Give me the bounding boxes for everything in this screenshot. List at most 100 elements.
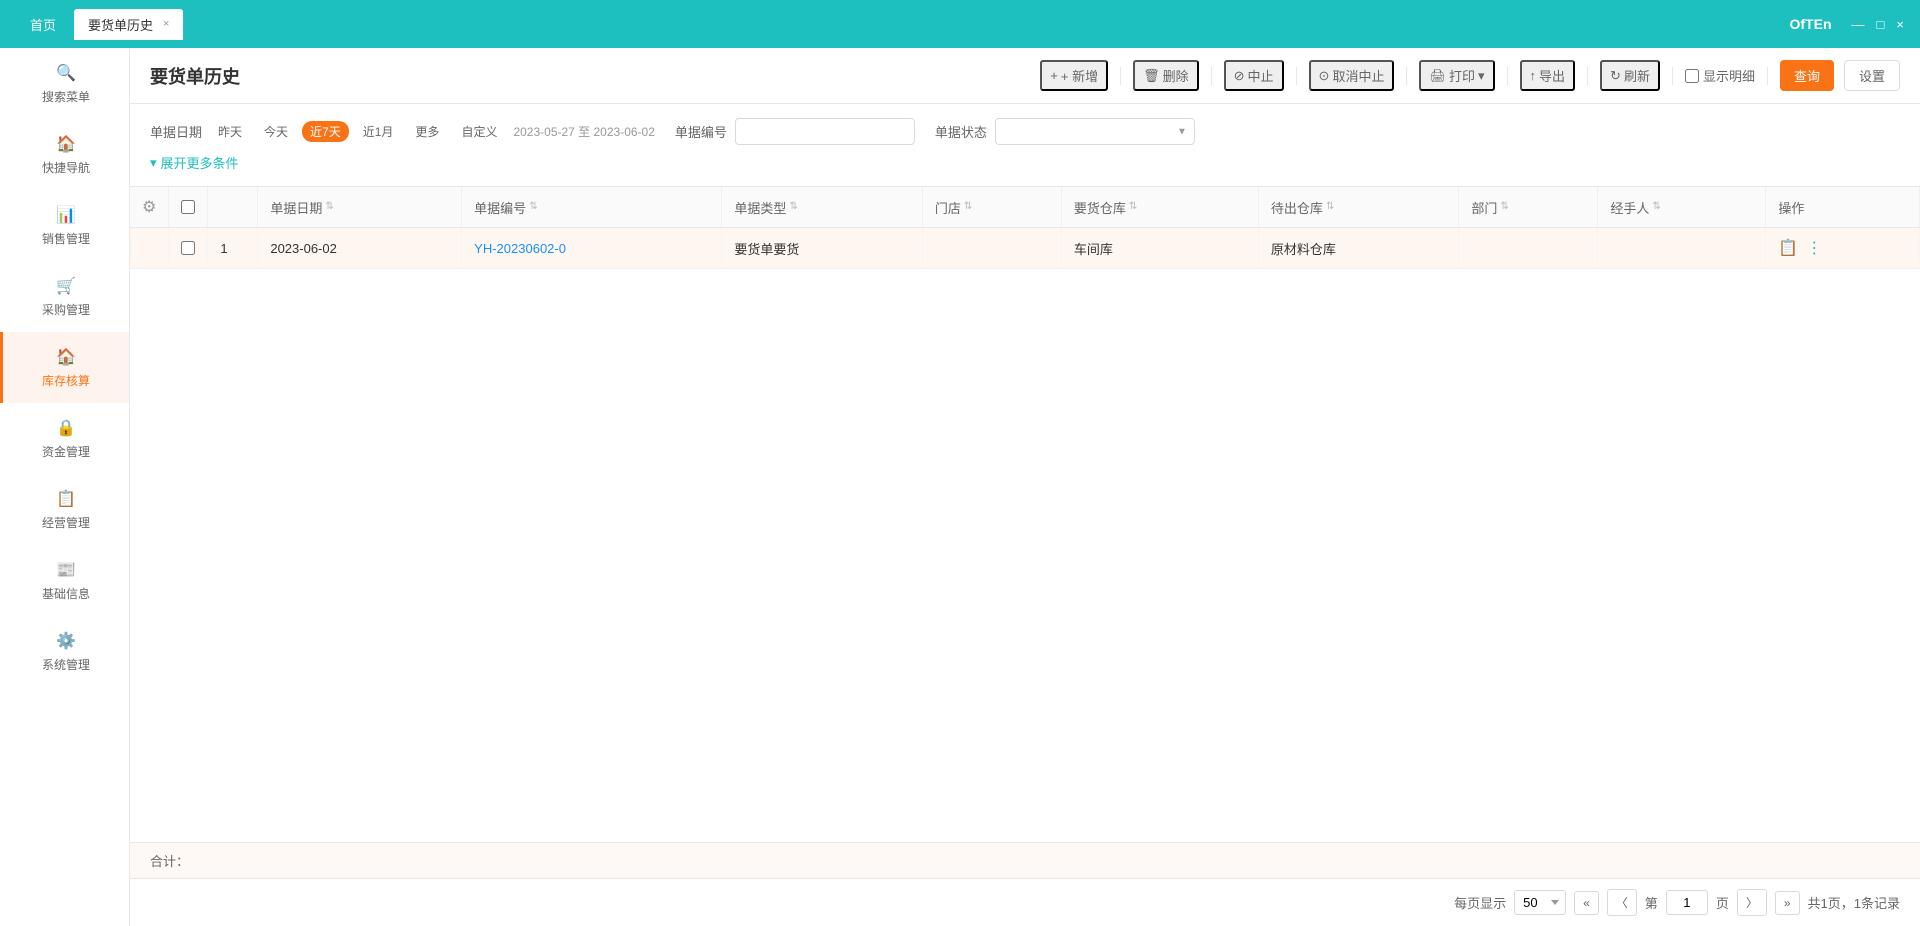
date-btn-custom[interactable]: 自定义 (453, 121, 505, 142)
filter-area: 单据日期 昨天 今天 近7天 近1月 更多 自定义 2023-05-27 至 2… (130, 104, 1920, 187)
row-actions-cell: 📋 ⋮ (1766, 228, 1920, 269)
row-order-no-link[interactable]: YH-20230602-0 (474, 241, 566, 256)
refresh-button[interactable]: ↻ 刷新 (1600, 60, 1660, 91)
delete-icon: 🗑 (1143, 68, 1160, 84)
tab-home-label: 首页 (30, 15, 56, 34)
tab-close-icon[interactable]: × (163, 18, 169, 30)
sidebar-item-basic-info[interactable]: 📰 基础信息 (0, 545, 129, 616)
settings-button[interactable]: 设置 (1844, 60, 1900, 91)
header-actions: + + 新增 🗑 删除 ⊘ 中止 ⊙ (1040, 60, 1900, 91)
table-row[interactable]: 1 2023-06-02 YH-20230602-0 要货单要货 车间库 原材料… (130, 228, 1920, 269)
next-page-button[interactable]: 〉 (1737, 889, 1767, 916)
new-button[interactable]: + + 新增 (1040, 60, 1108, 91)
maximize-button[interactable]: □ (1877, 17, 1885, 32)
inventory-icon: 🏠 (55, 346, 77, 368)
page-size-select[interactable]: 20 50 100 (1514, 890, 1566, 915)
sidebar-item-search-menu[interactable]: 🔍 搜索菜单 (0, 48, 129, 119)
delete-label: 删除 (1163, 66, 1189, 85)
col-department-sort-icon: ⇅ (1500, 202, 1508, 212)
minimize-button[interactable]: — (1852, 17, 1865, 32)
sidebar: 🔍 搜索菜单 🏠 快捷导航 📊 销售管理 🛒 采购管理 🏠 库存核算 🔒 (0, 48, 130, 926)
cancel-suspend-label: 取消中止 (1332, 66, 1384, 85)
filter-order-no-label: 单据编号 (675, 122, 727, 141)
expand-more-btn[interactable]: ▾ 展开更多条件 (150, 153, 1900, 172)
display-cell-checkbox[interactable]: 显示明细 (1685, 66, 1755, 85)
row-checkbox[interactable] (181, 241, 195, 255)
row-date-cell: 2023-06-02 (258, 228, 462, 269)
col-store-sort-icon: ⇅ (964, 202, 972, 212)
col-store-label: 门店 (935, 198, 961, 217)
date-btn-last1month[interactable]: 近1月 (355, 121, 402, 142)
refresh-icon: ↻ (1610, 68, 1621, 84)
sidebar-item-inventory[interactable]: 🏠 库存核算 (0, 332, 129, 403)
export-label: 导出 (1539, 66, 1565, 85)
tab-home[interactable]: 首页 (16, 9, 70, 40)
table-area: ⚙ 单据日期 ⇅ (130, 187, 1920, 842)
date-btn-more[interactable]: 更多 (407, 121, 447, 142)
filter-status-select[interactable] (995, 118, 1195, 145)
sidebar-item-sales-mgmt[interactable]: 📊 销售管理 (0, 190, 129, 261)
col-store-header[interactable]: 门店 ⇅ (922, 187, 1061, 228)
cancel-suspend-button[interactable]: ⊙ 取消中止 (1309, 60, 1395, 91)
search-menu-icon: 🔍 (55, 62, 77, 84)
sidebar-label-purchase-mgmt: 采购管理 (42, 301, 90, 318)
print-button[interactable]: 🖨 打印 ▾ (1419, 60, 1494, 91)
row-more-icon[interactable]: ⋮ (1806, 238, 1822, 258)
first-page-button[interactable]: « (1574, 891, 1599, 915)
prev-page-button[interactable]: 〈 (1607, 889, 1637, 916)
display-cell-input[interactable] (1685, 69, 1699, 83)
col-department-label: 部门 (1471, 198, 1497, 217)
row-req-warehouse-cell: 车间库 (1061, 228, 1258, 269)
col-actions-label: 操作 (1778, 201, 1804, 216)
date-btn-last7days[interactable]: 近7天 (302, 121, 349, 142)
sidebar-label-operations-mgmt: 经营管理 (42, 514, 90, 531)
top-bar: 首页 要货单历史 × OfTEn — □ × (0, 0, 1920, 48)
data-table: ⚙ 单据日期 ⇅ (130, 187, 1920, 269)
quick-nav-icon: 🏠 (55, 133, 77, 155)
finance-mgmt-icon: 🔒 (55, 417, 77, 439)
row-department-cell (1459, 228, 1598, 269)
sidebar-label-sales-mgmt: 销售管理 (42, 230, 90, 247)
col-handler-header[interactable]: 经手人 ⇅ (1598, 187, 1766, 228)
date-btn-yesterday[interactable]: 昨天 (210, 121, 250, 142)
display-cell-label: 显示明细 (1703, 66, 1755, 85)
col-order-type-header[interactable]: 单据类型 ⇅ (722, 187, 923, 228)
filter-status-select-wrap (995, 118, 1195, 145)
col-pending-warehouse-header[interactable]: 待出仓库 ⇅ (1258, 187, 1459, 228)
column-settings-icon[interactable]: ⚙ (142, 199, 156, 216)
suspend-icon: ⊘ (1234, 68, 1245, 84)
delete-button[interactable]: 🗑 删除 (1133, 60, 1199, 91)
page-size-label: 每页显示 (1454, 893, 1506, 912)
sidebar-item-purchase-mgmt[interactable]: 🛒 采购管理 (0, 261, 129, 332)
col-req-warehouse-header[interactable]: 要货仓库 ⇅ (1061, 187, 1258, 228)
col-date-header[interactable]: 单据日期 ⇅ (258, 187, 462, 228)
tab-requisition-history[interactable]: 要货单历史 × (74, 9, 183, 40)
page-input[interactable] (1666, 890, 1708, 915)
sidebar-item-operations-mgmt[interactable]: 📋 经营管理 (0, 474, 129, 545)
col-handler-sort-icon: ⇅ (1652, 202, 1660, 212)
top-bar-controls: OfTEn — □ × (1790, 16, 1904, 32)
select-all-checkbox[interactable] (181, 200, 195, 214)
sidebar-item-finance-mgmt[interactable]: 🔒 资金管理 (0, 403, 129, 474)
query-button[interactable]: 查询 (1780, 60, 1834, 91)
sidebar-label-finance-mgmt: 资金管理 (42, 443, 90, 460)
sidebar-item-system-mgmt[interactable]: ⚙️ 系统管理 (0, 616, 129, 687)
export-button[interactable]: ↑ 导出 (1520, 60, 1576, 91)
filter-order-no-input[interactable] (735, 118, 915, 145)
col-pending-warehouse-sort-icon: ⇅ (1326, 202, 1334, 212)
suspend-button[interactable]: ⊘ 中止 (1224, 60, 1284, 91)
row-edit-icon[interactable]: 📋 (1778, 238, 1798, 258)
sales-mgmt-icon: 📊 (55, 204, 77, 226)
filter-status-item: 单据状态 (935, 118, 1195, 145)
sidebar-item-quick-nav[interactable]: 🏠 快捷导航 (0, 119, 129, 190)
date-btn-today[interactable]: 今天 (256, 121, 296, 142)
export-icon: ↑ (1530, 68, 1537, 83)
close-button[interactable]: × (1896, 17, 1904, 32)
separator-4 (1406, 67, 1407, 85)
last-page-button[interactable]: » (1775, 891, 1800, 915)
col-department-header[interactable]: 部门 ⇅ (1459, 187, 1598, 228)
basic-info-icon: 📰 (55, 559, 77, 581)
cancel-suspend-icon: ⊙ (1319, 68, 1330, 84)
row-order-no-cell: YH-20230602-0 (462, 228, 722, 269)
col-order-no-header[interactable]: 单据编号 ⇅ (462, 187, 722, 228)
